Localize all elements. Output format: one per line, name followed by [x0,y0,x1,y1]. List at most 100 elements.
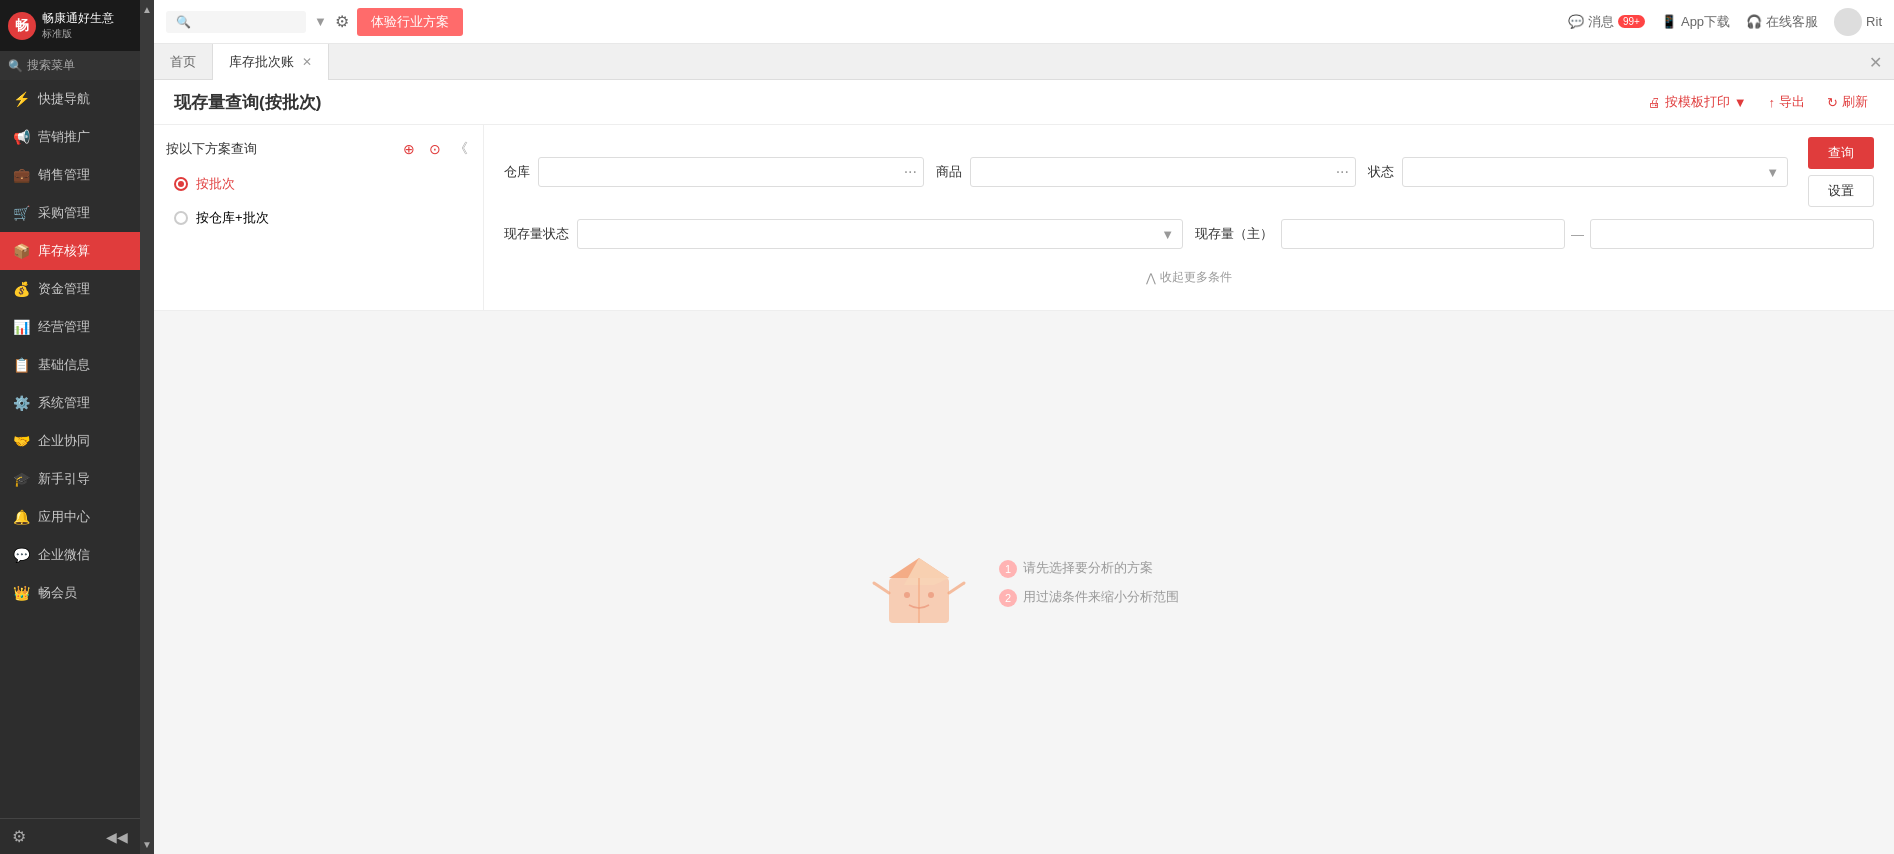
collapse-bar[interactable]: ⋀ 收起更多条件 [504,261,1874,298]
goods-more-icon[interactable]: ··· [1336,163,1349,181]
sidebar-item-operation[interactable]: 📊 经营管理 [0,308,140,346]
refresh-button[interactable]: ↻ 刷新 [1821,90,1874,114]
sidebar-item-apps[interactable]: 🔔 应用中心 [0,498,140,536]
sidebar-item-basic[interactable]: 📋 基础信息 [0,346,140,384]
settings-gear-icon[interactable]: ⚙ [335,12,349,31]
filter-row-2: 现存量状态 ▼ 现存量（主） — [504,219,1874,249]
settings-icon[interactable]: ⚙ [12,827,26,846]
sidebar-item-enterprise[interactable]: 🤝 企业协同 [0,422,140,460]
radio-warehouse-batch [174,211,188,225]
scroll-up-arrow[interactable]: ▲ [142,4,152,15]
topbar: 🔍 ▼ ⚙ 体验行业方案 💬 消息 99+ 📱 App下载 🎧 在线客服 Rit [154,0,1894,44]
sidebar-item-vip[interactable]: 👑 畅会员 [0,574,140,612]
tab-panel-close-icon[interactable]: ✕ [1869,52,1882,71]
export-button[interactable]: ↑ 导出 [1763,90,1812,114]
app-download-button[interactable]: 📱 App下载 [1661,13,1730,31]
print-button[interactable]: 🖨 按模板打印 ▼ [1642,90,1753,114]
filter-fields: 仓库 ··· 商品 ··· 状态 [484,125,1894,310]
status-select[interactable]: ▼ [1402,157,1788,187]
sidebar-nav: ⚡ 快捷导航 📢 营销推广 💼 销售管理 🛒 采购管理 📦 库存核算 💰 资金管… [0,80,140,818]
warehouse-more-icon[interactable]: ··· [904,163,917,181]
settings-button[interactable]: 设置 [1808,175,1874,207]
add-scheme-icon[interactable]: ⊕ [399,139,419,159]
system-icon: ⚙️ [12,394,30,412]
marketing-icon: 📢 [12,128,30,146]
top-search-box[interactable]: 🔍 [166,11,306,33]
page-content: 现存量查询(按批次) 🖨 按模板打印 ▼ ↑ 导出 ↻ 刷新 [154,80,1894,854]
sidebar-item-sales[interactable]: 💼 销售管理 [0,156,140,194]
sidebar-item-purchase[interactable]: 🛒 采购管理 [0,194,140,232]
svg-line-7 [949,583,964,593]
warehouse-filter: 仓库 ··· [504,157,924,187]
sidebar-item-system[interactable]: ⚙️ 系统管理 [0,384,140,422]
message-icon: 💬 [1568,14,1584,29]
main-content: 🔍 ▼ ⚙ 体验行业方案 💬 消息 99+ 📱 App下载 🎧 在线客服 Rit [154,0,1894,854]
scheme-warehouse-batch[interactable]: 按仓库+批次 [154,201,483,235]
sidebar-scrollbar[interactable]: ▲ ▼ [140,0,154,854]
dropdown-arrow-icon[interactable]: ▼ [314,14,327,29]
query-settings-buttons: 查询 设置 [1808,137,1874,207]
purchase-icon: 🛒 [12,204,30,222]
collapse-icon[interactable]: ◀◀ [106,829,128,845]
sidebar-footer: ⚙ ◀◀ [0,818,140,854]
stock-status-select[interactable]: ▼ [577,219,1183,249]
search-menu[interactable]: 🔍 搜索菜单 [0,51,140,80]
refresh-icon: ↻ [1827,95,1838,110]
scheme-batch[interactable]: 按批次 [154,167,483,201]
user-profile[interactable]: Rit [1834,8,1882,36]
page-title: 现存量查询(按批次) [174,91,321,114]
print-dropdown-icon[interactable]: ▼ [1734,95,1747,110]
empty-step-1: 1 请先选择要分析的方案 [999,559,1179,578]
step2-circle: 2 [999,589,1017,607]
enterprise-icon: 🤝 [12,432,30,450]
collapse-scheme-icon[interactable]: 《 [451,139,471,159]
phone-icon: 📱 [1661,14,1677,29]
goods-input-wrapper[interactable]: ··· [970,157,1356,187]
status-filter: 状态 ▼ [1368,157,1788,187]
sidebar-item-wechat[interactable]: 💬 企业微信 [0,536,140,574]
stock-status-filter: 现存量状态 ▼ [504,219,1183,249]
online-service-button[interactable]: 🎧 在线客服 [1746,13,1818,31]
sidebar: 畅 畅康通好生意 标准版 🔍 搜索菜单 ⚡ 快捷导航 📢 营销推广 💼 销售管理… [0,0,140,854]
query-button[interactable]: 查询 [1808,137,1874,169]
page-header-actions: 🖨 按模板打印 ▼ ↑ 导出 ↻ 刷新 [1642,90,1874,114]
svg-line-6 [874,583,889,593]
goods-filter: 商品 ··· [936,157,1356,187]
settings-scheme-icon[interactable]: ⊙ [425,139,445,159]
inventory-icon: 📦 [12,242,30,260]
filter-panel: 按以下方案查询 ⊕ ⊙ 《 按批次 按仓库+批次 [154,125,1894,311]
status-dropdown-icon: ▼ [1766,165,1779,180]
topbar-actions: 💬 消息 99+ 📱 App下载 🎧 在线客服 Rit [1568,8,1882,36]
search-icon: 🔍 [8,59,23,73]
headset-icon: 🎧 [1746,14,1762,29]
messages-button[interactable]: 💬 消息 99+ [1568,13,1645,31]
empty-state: 1 请先选择要分析的方案 2 用过滤条件来缩小分析范围 [154,311,1894,854]
newbie-icon: 🎓 [12,470,30,488]
wechat-icon: 💬 [12,546,30,564]
warehouse-input[interactable] [545,165,900,180]
basic-icon: 📋 [12,356,30,374]
empty-step-2: 2 用过滤条件来缩小分析范围 [999,588,1179,607]
sidebar-header: 畅 畅康通好生意 标准版 [0,0,140,51]
sidebar-item-quicknav[interactable]: ⚡ 快捷导航 [0,80,140,118]
vip-icon: 👑 [12,584,30,602]
page-header: 现存量查询(按批次) 🖨 按模板打印 ▼ ↑ 导出 ↻ 刷新 [154,80,1894,125]
tab-home[interactable]: 首页 [154,44,213,80]
collapse-up-icon: ⋀ [1146,271,1156,285]
trial-industry-button[interactable]: 体验行业方案 [357,8,463,36]
tab-close-icon[interactable]: ✕ [302,55,312,69]
scheme-header-icons: ⊕ ⊙ 《 [399,139,471,159]
sidebar-item-marketing[interactable]: 📢 营销推广 [0,118,140,156]
goods-input[interactable] [977,165,1332,180]
sales-icon: 💼 [12,166,30,184]
stock-qty-to[interactable] [1590,219,1874,249]
sidebar-item-newbie[interactable]: 🎓 新手引导 [0,460,140,498]
sidebar-item-finance[interactable]: 💰 资金管理 [0,270,140,308]
scroll-down-arrow[interactable]: ▼ [142,839,152,850]
app-logo: 畅 [8,12,36,40]
warehouse-input-wrapper[interactable]: ··· [538,157,924,187]
tab-batch[interactable]: 库存批次账 ✕ [213,44,329,80]
sidebar-item-inventory[interactable]: 📦 库存核算 [0,232,140,270]
finance-icon: 💰 [12,280,30,298]
stock-qty-from[interactable] [1281,219,1565,249]
